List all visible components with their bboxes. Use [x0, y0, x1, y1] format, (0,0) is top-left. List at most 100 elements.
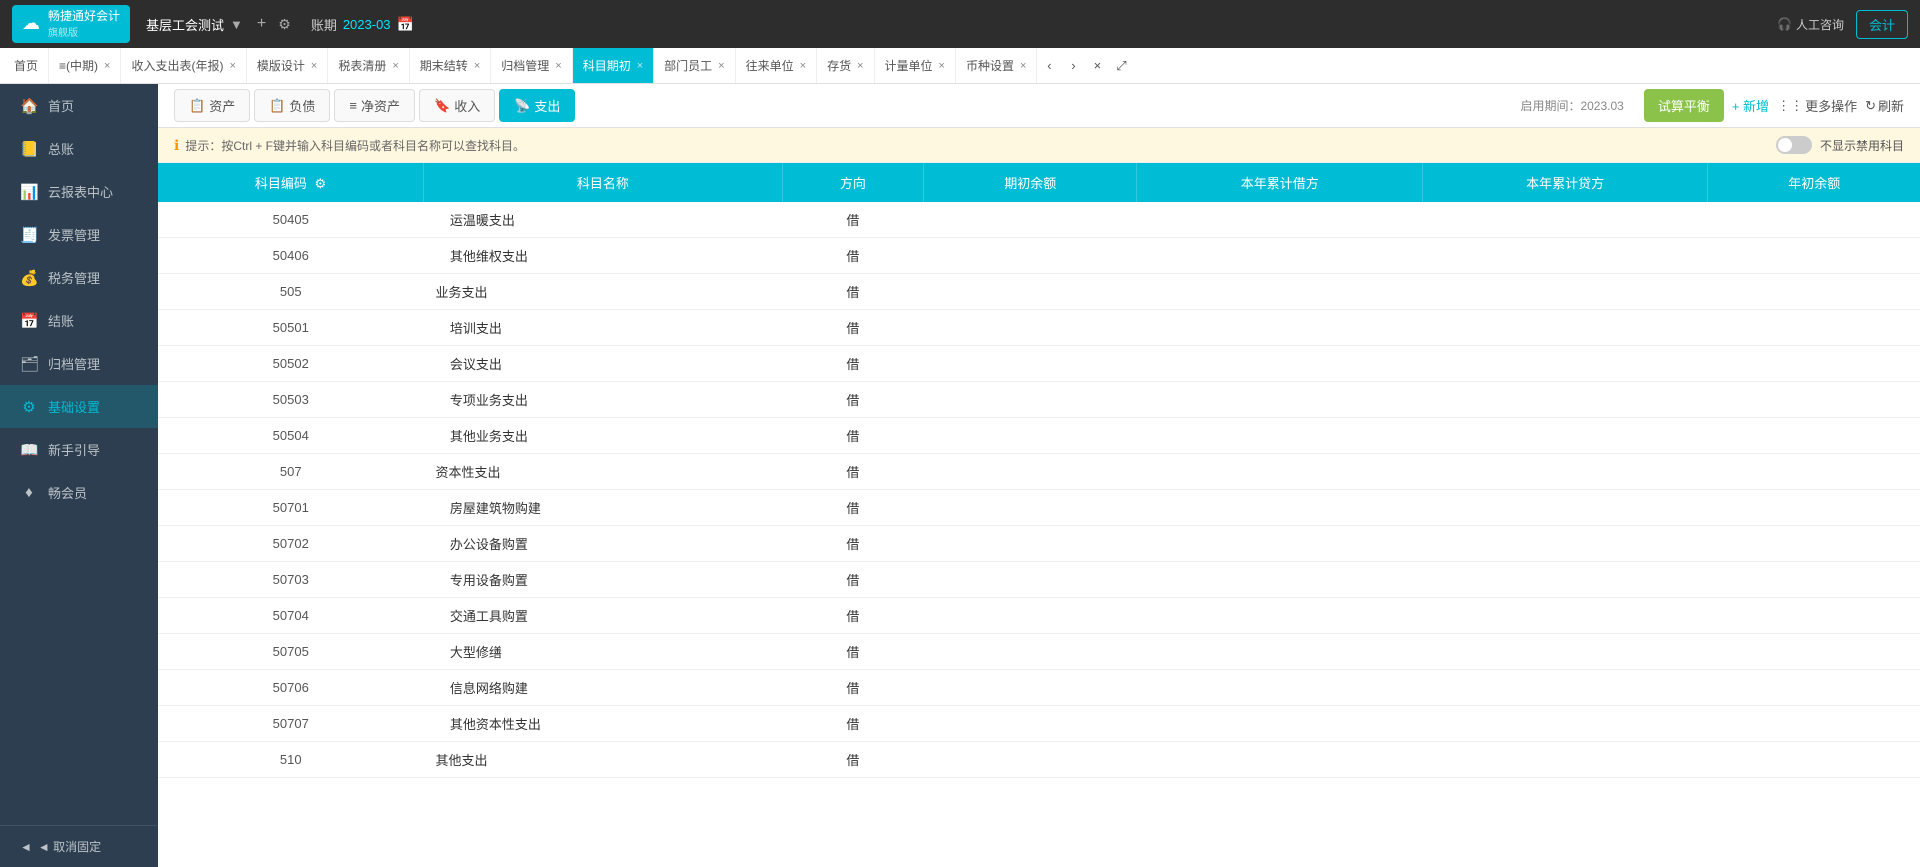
- sidebar-label-settings: 基础设置: [48, 397, 100, 416]
- tax-icon: 💰: [20, 269, 38, 287]
- tab-fullscreen-btn[interactable]: ⤢: [1109, 48, 1133, 84]
- company-dropdown-arrow: ▼: [230, 17, 243, 32]
- tab-template-close[interactable]: ×: [311, 60, 317, 72]
- calendar-icon[interactable]: 📅: [397, 16, 414, 33]
- refresh-icon: ↻: [1865, 98, 1876, 114]
- balance-button[interactable]: 试算平衡: [1644, 89, 1724, 122]
- cell-ytd-credit: [1422, 454, 1707, 490]
- table-row[interactable]: 505 业务支出 借: [158, 274, 1920, 310]
- tab-midperiod[interactable]: ≡(中期) ×: [49, 48, 121, 84]
- sidebar-item-settings[interactable]: ⚙ 基础设置: [0, 385, 158, 428]
- column-settings-icon[interactable]: ⚙: [314, 176, 326, 191]
- tab-tax[interactable]: 税表清册 ×: [328, 48, 409, 84]
- disable-toggle[interactable]: [1776, 136, 1812, 154]
- sidebar-item-reports[interactable]: 📊 云报表中心: [0, 170, 158, 213]
- sidebar-collapse-btn[interactable]: ◄ ◄ 取消固定: [0, 825, 158, 867]
- refresh-button[interactable]: ↻ 刷新: [1865, 96, 1904, 115]
- tab-home[interactable]: 首页: [4, 48, 49, 84]
- table-row[interactable]: 50703 专用设备购置 借: [158, 562, 1920, 598]
- table-row[interactable]: 50504 其他业务支出 借: [158, 418, 1920, 454]
- table-row[interactable]: 507 资本性支出 借: [158, 454, 1920, 490]
- tab-tax-close[interactable]: ×: [392, 60, 398, 72]
- tab-inventory-close[interactable]: ×: [857, 60, 863, 72]
- more-button[interactable]: ⋮⋮ 更多操作: [1777, 96, 1857, 115]
- tab-archive-close[interactable]: ×: [555, 60, 561, 72]
- table-container: 科目编码 ⚙ 科目名称 方向 期初余额 本年累计借方 本年累计贷方 年初余额 5…: [158, 163, 1920, 867]
- sidebar-item-tax[interactable]: 💰 税务管理: [0, 256, 158, 299]
- tab-close-all-btn[interactable]: ×: [1085, 48, 1109, 84]
- cell-ytd-debit: [1137, 706, 1422, 742]
- cell-year-opening: [1708, 634, 1920, 670]
- tab-currency[interactable]: 币种设置 ×: [956, 48, 1037, 84]
- sub-tab-net-asset[interactable]: ≡ 净资产: [334, 89, 415, 122]
- tab-next-btn[interactable]: ›: [1061, 48, 1085, 84]
- cell-year-opening: [1708, 346, 1920, 382]
- settings-icon[interactable]: ⚙: [278, 16, 291, 33]
- table-row[interactable]: 50406 其他维权支出 借: [158, 238, 1920, 274]
- table-row[interactable]: 50502 会议支出 借: [158, 346, 1920, 382]
- tab-unit[interactable]: 计量单位 ×: [875, 48, 956, 84]
- table-row[interactable]: 50702 办公设备购置 借: [158, 526, 1920, 562]
- sidebar-item-close[interactable]: 📅 结账: [0, 299, 158, 342]
- user-button[interactable]: 会计: [1856, 10, 1908, 39]
- sub-tab-liability[interactable]: 📋 负债: [254, 89, 330, 122]
- tab-unit-close[interactable]: ×: [939, 60, 945, 72]
- cell-year-opening: [1708, 382, 1920, 418]
- tab-prev-btn[interactable]: ‹: [1037, 48, 1061, 84]
- table-row[interactable]: 50704 交通工具购置 借: [158, 598, 1920, 634]
- table-row[interactable]: 510 其他支出 借: [158, 742, 1920, 778]
- cell-ytd-debit: [1137, 742, 1422, 778]
- sidebar-item-guide[interactable]: 📖 新手引导: [0, 428, 158, 471]
- tab-counterparty-close[interactable]: ×: [800, 60, 806, 72]
- cell-code: 50501: [158, 310, 423, 346]
- table-row[interactable]: 50707 其他资本性支出 借: [158, 706, 1920, 742]
- sub-tab-income[interactable]: 🔖 收入: [419, 89, 495, 122]
- sidebar-item-ledger[interactable]: 📒 总账: [0, 127, 158, 170]
- tab-midperiod-close[interactable]: ×: [104, 60, 110, 72]
- tab-annual-report[interactable]: 收入支出表(年报) ×: [121, 48, 246, 84]
- tab-currency-close[interactable]: ×: [1020, 60, 1026, 72]
- tab-annual-close[interactable]: ×: [229, 60, 235, 72]
- sub-tab-asset[interactable]: 📋 资产: [174, 89, 250, 122]
- sidebar-item-invoice[interactable]: 🧾 发票管理: [0, 213, 158, 256]
- cell-direction: 借: [782, 202, 923, 238]
- tab-subject[interactable]: 科目期初 ×: [573, 48, 654, 84]
- tab-archive[interactable]: 归档管理 ×: [491, 48, 572, 84]
- table-row[interactable]: 50706 信息网络购建 借: [158, 670, 1920, 706]
- invoice-icon: 🧾: [20, 226, 38, 244]
- table-row[interactable]: 50503 专项业务支出 借: [158, 382, 1920, 418]
- close-period-icon: 📅: [20, 312, 38, 330]
- tab-counterparty[interactable]: 往来单位 ×: [736, 48, 817, 84]
- table-row[interactable]: 50701 房屋建筑物购建 借: [158, 490, 1920, 526]
- cell-name: 专项业务支出: [423, 382, 782, 418]
- cell-ytd-debit: [1137, 454, 1422, 490]
- help-button[interactable]: 🎧 人工咨询: [1777, 16, 1844, 33]
- company-selector[interactable]: 基层工会测试 ▼ + ⚙: [146, 15, 291, 34]
- more-icon: ⋮⋮: [1777, 98, 1803, 114]
- cell-opening-balance: [924, 670, 1137, 706]
- sidebar-item-archive[interactable]: 🗂 归档管理: [0, 342, 158, 385]
- cell-direction: 借: [782, 742, 923, 778]
- tab-period-end[interactable]: 期末结转 ×: [410, 48, 491, 84]
- main-layout: 🏠 首页 📒 总账 📊 云报表中心 🧾 发票管理 💰 税务管理 📅 结账 🗂 归…: [0, 84, 1920, 867]
- app-logo[interactable]: ☁ 畅捷通好会计 旗舰版: [12, 5, 130, 42]
- tab-department[interactable]: 部门员工 ×: [654, 48, 735, 84]
- cell-year-opening: [1708, 526, 1920, 562]
- add-button[interactable]: + 新增: [1732, 96, 1769, 115]
- tab-subject-close[interactable]: ×: [637, 60, 643, 72]
- asset-icon: 📋: [189, 98, 205, 114]
- tab-inventory[interactable]: 存货 ×: [817, 48, 874, 84]
- tab-department-close[interactable]: ×: [718, 60, 724, 72]
- sidebar-item-home[interactable]: 🏠 首页: [0, 84, 158, 127]
- cell-name: 办公设备购置: [423, 526, 782, 562]
- tab-template[interactable]: 模版设计 ×: [247, 48, 328, 84]
- sidebar-item-member[interactable]: ♦ 畅会员: [0, 471, 158, 514]
- sub-tab-expense[interactable]: 📡 支出: [499, 89, 575, 122]
- table-row[interactable]: 50405 运温暖支出 借: [158, 202, 1920, 238]
- cell-name: 专用设备购置: [423, 562, 782, 598]
- table-row[interactable]: 50705 大型修缮 借: [158, 634, 1920, 670]
- tab-period-end-close[interactable]: ×: [474, 60, 480, 72]
- add-company-btn[interactable]: +: [257, 15, 266, 33]
- table-row[interactable]: 50501 培训支出 借: [158, 310, 1920, 346]
- col-year-opening: 年初余额: [1708, 163, 1920, 202]
